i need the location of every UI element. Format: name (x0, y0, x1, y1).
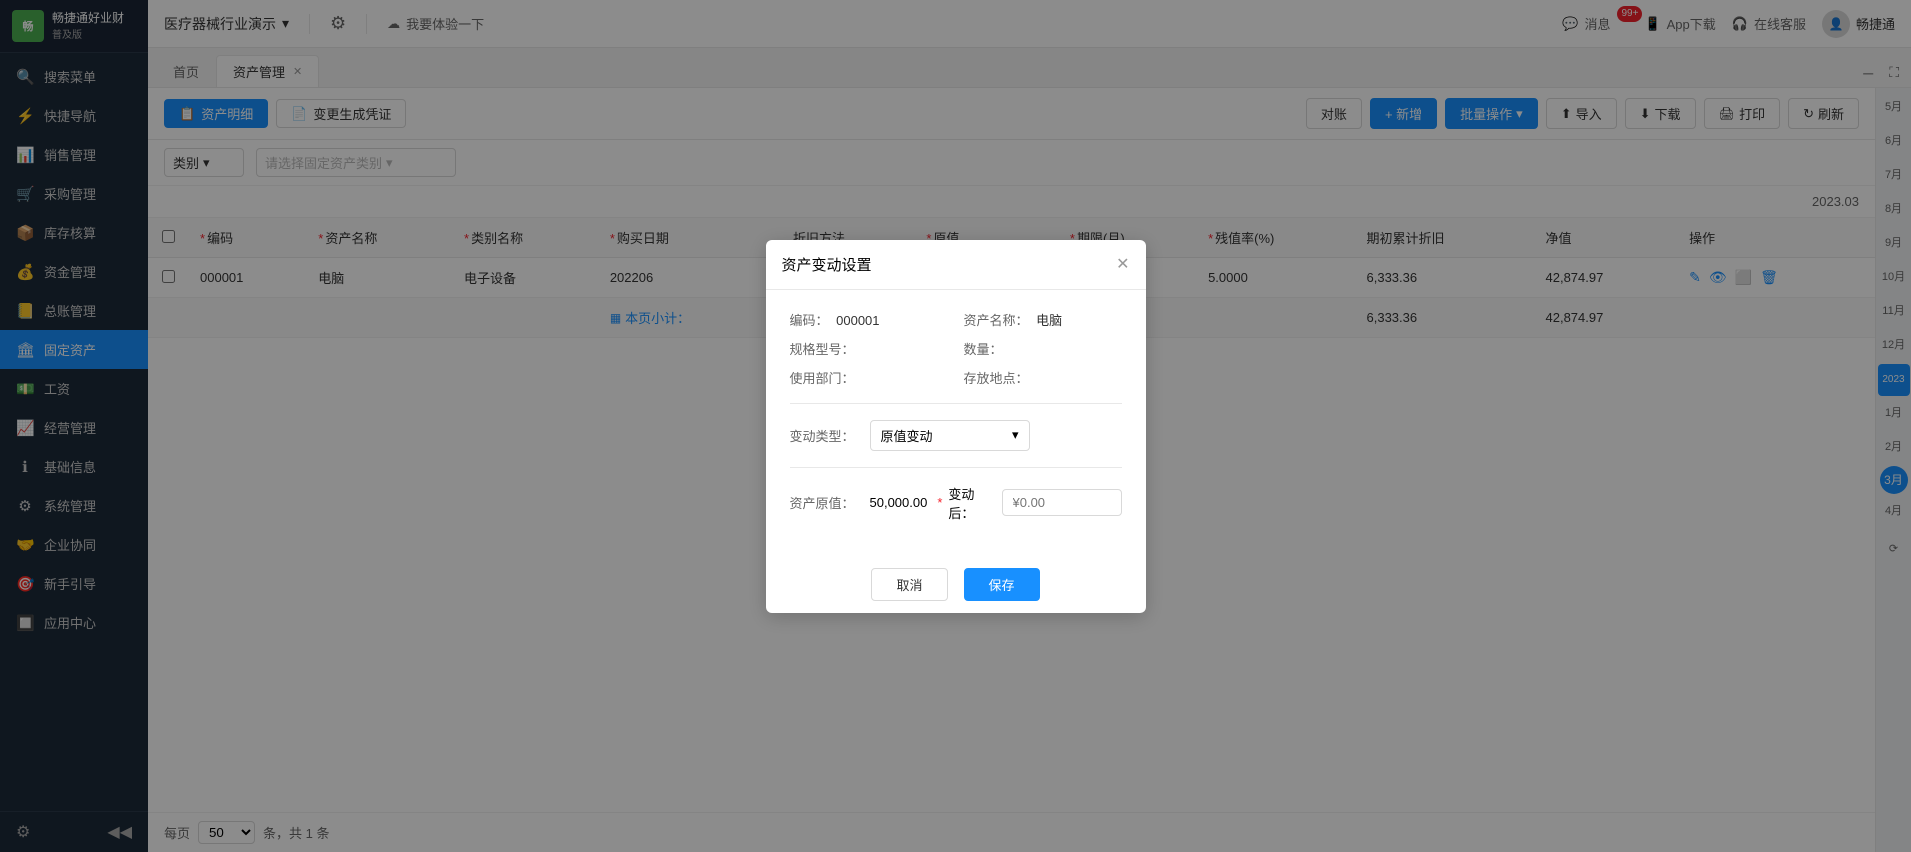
modal-header: 资产变动设置 ✕ (766, 240, 1146, 290)
cancel-button[interactable]: 取消 (871, 568, 947, 601)
change-type-select[interactable]: 原值变动 ▾ (870, 420, 1030, 451)
after-change-required: * (937, 495, 942, 510)
modal-change-type-field: 变动类型： 原值变动 ▾ (790, 420, 1122, 451)
modal-after-change-group: * 变动后： (937, 484, 1121, 522)
modal-title: 资产变动设置 (782, 254, 872, 275)
modal-original-value-field: 资产原值： 50,000.00 * 变动后： (790, 484, 1122, 522)
modal-spec-item: 规格型号： (790, 339, 948, 358)
modal-code-label: 编码： (790, 313, 829, 328)
modal-spec-label: 规格型号： (790, 342, 855, 357)
modal-storage-item: 存放地点： (964, 368, 1122, 387)
modal-value-row: 50,000.00 * 变动后： (870, 484, 1122, 522)
modal-storage-label: 存放地点： (964, 371, 1029, 386)
modal-asset-name-item: 资产名称： 电脑 (964, 310, 1122, 329)
change-type-dropdown-icon: ▾ (1012, 427, 1019, 443)
modal-original-value-display: 50,000.00 (870, 495, 928, 510)
modal-code-item: 编码： 000001 (790, 310, 948, 329)
modal-original-value-label: 资产原值： (790, 493, 870, 512)
modal-asset-name-label: 资产名称： (964, 313, 1029, 328)
modal-quantity-item: 数量： (964, 339, 1122, 358)
modal-divider (790, 403, 1122, 404)
modal-overlay: 资产变动设置 ✕ 编码： 000001 资产名称： 电脑 规格型号： 数量： (0, 0, 1911, 852)
modal-department-item: 使用部门： (790, 368, 948, 387)
modal-change-type-control: 原值变动 ▾ (870, 420, 1122, 451)
save-button[interactable]: 保存 (964, 568, 1040, 601)
modal-quantity-label: 数量： (964, 342, 1003, 357)
modal-code-value: 000001 (836, 313, 879, 328)
after-change-input[interactable] (1002, 489, 1122, 516)
modal-close-btn[interactable]: ✕ (1116, 254, 1129, 274)
after-change-label: 变动后： (948, 484, 995, 522)
modal-department-label: 使用部门： (790, 371, 855, 386)
modal-info-grid: 编码： 000001 资产名称： 电脑 规格型号： 数量： 使用部门： (790, 310, 1122, 387)
modal-change-type-label: 变动类型： (790, 426, 870, 445)
modal-divider2 (790, 467, 1122, 468)
change-type-value: 原值变动 (881, 426, 933, 445)
modal-asset-name-value: 电脑 (1036, 313, 1062, 328)
modal-body: 编码： 000001 资产名称： 电脑 规格型号： 数量： 使用部门： (766, 290, 1146, 556)
modal-footer: 取消 保存 (766, 556, 1146, 613)
asset-change-modal: 资产变动设置 ✕ 编码： 000001 资产名称： 电脑 规格型号： 数量： (766, 240, 1146, 613)
